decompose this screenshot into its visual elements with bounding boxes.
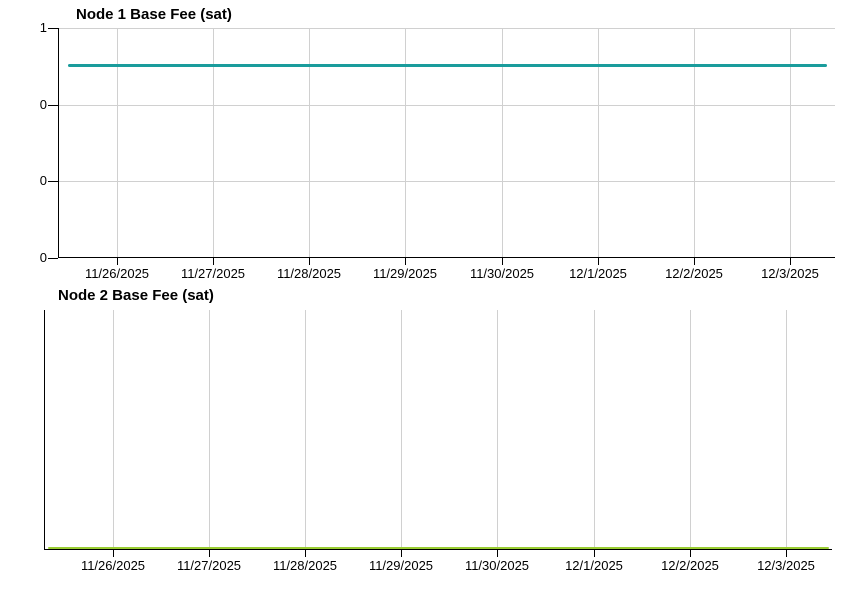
series-line — [68, 64, 827, 67]
x-gridline — [401, 310, 402, 550]
x-tick-label: 11/27/2025 — [180, 266, 246, 281]
y-gridline — [58, 105, 835, 106]
y-axis-tick — [48, 105, 58, 106]
x-tick-label: 12/3/2025 — [757, 558, 815, 573]
x-axis-tick — [117, 258, 118, 265]
x-axis-tick — [790, 258, 791, 265]
node2-plot-area: 11/26/2025 11/27/2025 11/28/2025 11/29/2025… — [44, 310, 832, 573]
x-gridline — [502, 28, 503, 258]
x-tick-label: 11/28/2025 — [272, 558, 338, 573]
x-axis-tick — [786, 550, 787, 557]
x-tick-label: 11/27/2025 — [176, 558, 242, 573]
x-axis-tick — [209, 550, 210, 557]
x-gridline — [213, 28, 214, 258]
y-axis-line — [44, 310, 45, 550]
x-gridline — [309, 28, 310, 258]
x-tick-label: 12/2/2025 — [665, 266, 723, 281]
x-axis-tick — [113, 550, 114, 557]
y-tick-label: 0 — [39, 173, 47, 188]
x-tick-label: 11/28/2025 — [276, 266, 342, 281]
x-gridline — [786, 310, 787, 550]
x-gridline — [209, 310, 210, 550]
x-axis-tick — [594, 550, 595, 557]
series-line — [48, 547, 829, 549]
y-tick-label: 1 — [39, 20, 47, 35]
x-gridline — [113, 310, 114, 550]
node1-chart-title: Node 1 Base Fee (sat) — [76, 6, 232, 23]
y-tick-label: 0 — [39, 250, 47, 265]
x-axis-line — [44, 549, 832, 550]
charts-canvas: Node 1 Base Fee (sat) 1 0 0 0 11/26/2025 11/2… — [0, 0, 860, 600]
x-tick-label: 12/1/2025 — [569, 266, 627, 281]
node2-chart-title: Node 2 Base Fee (sat) — [58, 287, 214, 304]
x-gridline — [497, 310, 498, 550]
x-axis-line — [58, 257, 835, 258]
x-gridline — [117, 28, 118, 258]
x-tick-label: 11/26/2025 — [80, 558, 146, 573]
x-gridline — [690, 310, 691, 550]
x-gridline — [405, 28, 406, 258]
x-axis-tick — [598, 258, 599, 265]
node1-plot-area: 1 0 0 0 11/26/2025 11/27/2025 11/28/2025 11/29/… — [40, 20, 835, 281]
x-tick-label: 12/3/2025 — [761, 266, 819, 281]
x-tick-label: 11/29/2025 — [368, 558, 434, 573]
y-axis-tick — [48, 28, 58, 29]
x-tick-label: 12/2/2025 — [661, 558, 719, 573]
x-gridline — [694, 28, 695, 258]
y-gridline — [58, 181, 835, 182]
x-axis-tick — [309, 258, 310, 265]
x-tick-label: 11/29/2025 — [372, 266, 438, 281]
x-axis-tick — [305, 550, 306, 557]
x-axis-tick — [690, 550, 691, 557]
y-gridline — [58, 28, 835, 29]
x-tick-label: 12/1/2025 — [565, 558, 623, 573]
x-tick-label: 11/30/2025 — [469, 266, 535, 281]
x-axis-tick — [502, 258, 503, 265]
x-tick-label: 11/26/2025 — [84, 266, 150, 281]
x-axis-tick — [401, 550, 402, 557]
x-gridline — [305, 310, 306, 550]
x-tick-label: 11/30/2025 — [464, 558, 530, 573]
y-tick-label: 0 — [39, 97, 47, 112]
y-axis-line — [58, 28, 59, 258]
x-axis-tick — [213, 258, 214, 265]
x-axis-tick — [497, 550, 498, 557]
y-axis-tick — [48, 258, 58, 259]
x-gridline — [790, 28, 791, 258]
x-axis-tick — [405, 258, 406, 265]
x-gridline — [598, 28, 599, 258]
x-axis-tick — [694, 258, 695, 265]
x-gridline — [594, 310, 595, 550]
y-axis-tick — [48, 181, 58, 182]
